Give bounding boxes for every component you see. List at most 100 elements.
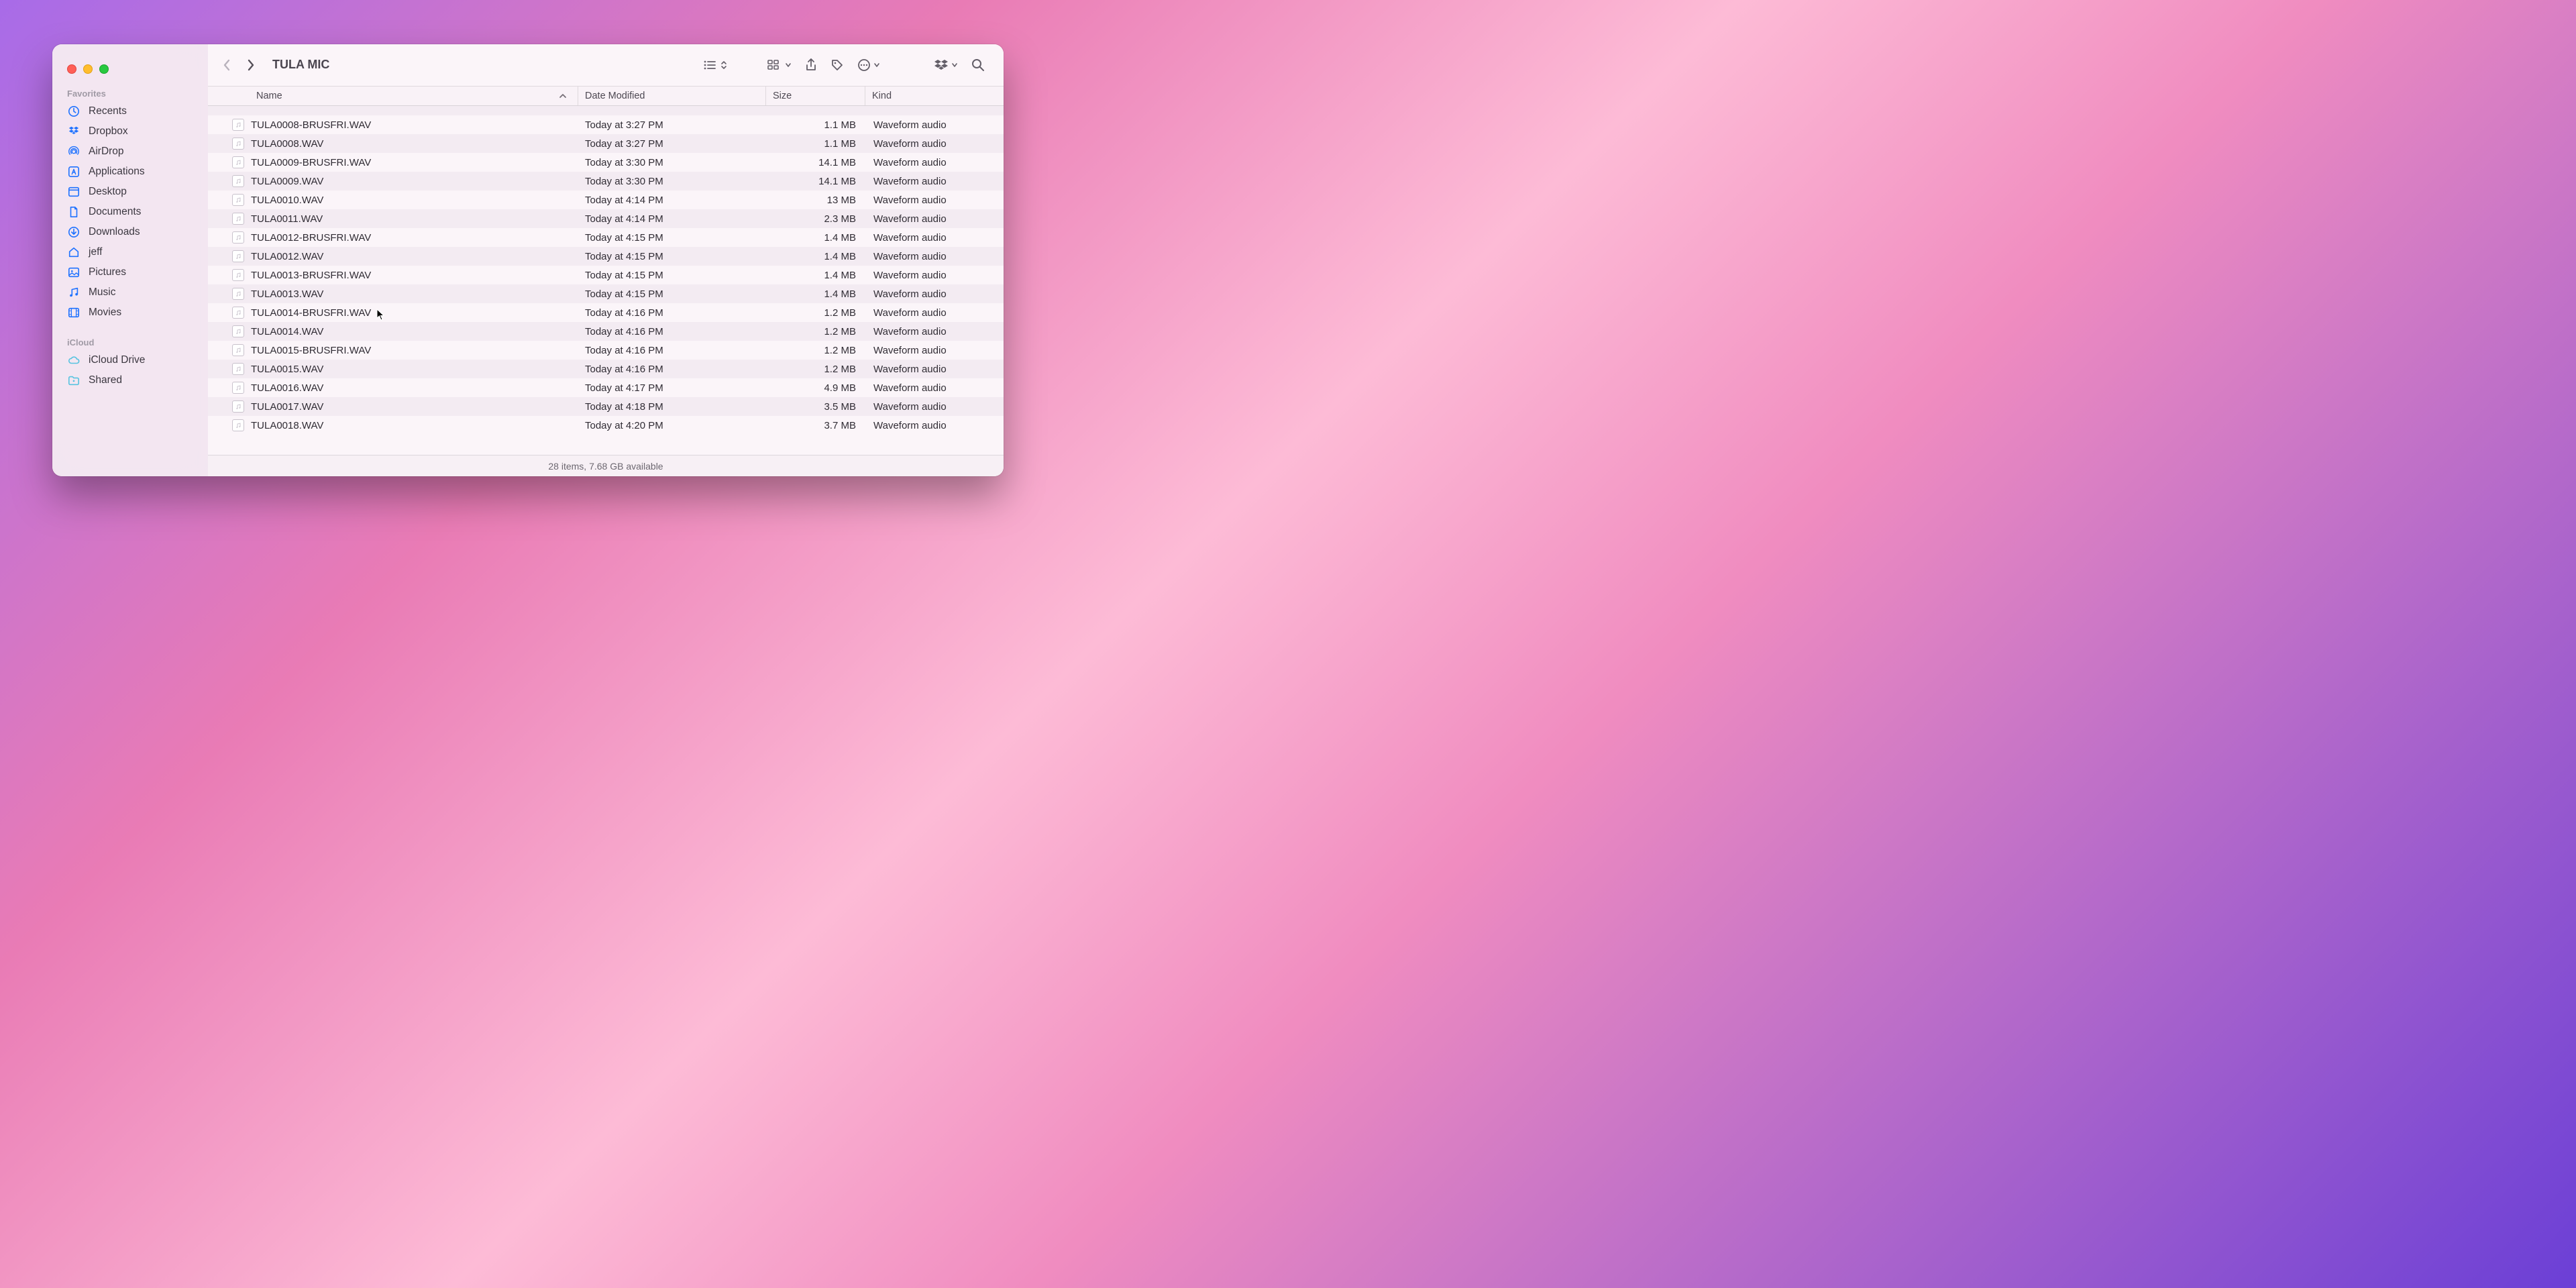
- sidebar-item-documents[interactable]: Documents: [52, 202, 208, 222]
- file-kind: Waveform audio: [873, 176, 947, 187]
- table-row[interactable]: TULA0016.WAVToday at 4:17 PM4.9 MBWavefo…: [208, 378, 1004, 397]
- sidebar-item-shared[interactable]: Shared: [52, 370, 208, 390]
- file-date: Today at 4:15 PM: [585, 232, 663, 244]
- audio-file-icon: [232, 344, 244, 356]
- column-header-kind-label: Kind: [872, 91, 892, 101]
- table-row[interactable]: TULA0015-BRUSFRI.WAVToday at 4:16 PM1.2 …: [208, 341, 1004, 360]
- audio-file-icon: [232, 382, 244, 394]
- table-row[interactable]: TULA0014.WAVToday at 4:16 PM1.2 MBWavefo…: [208, 322, 1004, 341]
- sidebar-item-desktop[interactable]: Desktop: [52, 182, 208, 202]
- sidebar-item-label: iCloud Drive: [89, 354, 145, 366]
- sidebar-item-airdrop[interactable]: AirDrop: [52, 142, 208, 162]
- sidebar-item-jeff[interactable]: jeff: [52, 242, 208, 262]
- file-name: TULA0014-BRUSFRI.WAV: [251, 307, 371, 319]
- sidebar-item-movies[interactable]: Movies: [52, 303, 208, 323]
- sidebar-item-label: Music: [89, 286, 115, 299]
- sidebar-item-downloads[interactable]: Downloads: [52, 222, 208, 242]
- chevron-down-icon: [785, 62, 792, 68]
- view-list-button[interactable]: [696, 54, 734, 76]
- sidebar-item-applications[interactable]: Applications: [52, 162, 208, 182]
- table-row[interactable]: TULA0013-BRUSFRI.WAVToday at 4:15 PM1.4 …: [208, 266, 1004, 284]
- table-row[interactable]: TULA0014-BRUSFRI.WAVToday at 4:16 PM1.2 …: [208, 303, 1004, 322]
- sidebar-item-music[interactable]: Music: [52, 282, 208, 303]
- table-row[interactable]: TULA0008.WAVToday at 3:27 PM1.1 MBWavefo…: [208, 134, 1004, 153]
- table-row[interactable]: TULA0009.WAVToday at 3:30 PM14.1 MBWavef…: [208, 172, 1004, 191]
- sidebar-item-label: Desktop: [89, 186, 127, 198]
- group-button[interactable]: [761, 54, 798, 76]
- apps-icon: [67, 165, 80, 178]
- forward-button[interactable]: [239, 54, 263, 76]
- file-date: Today at 4:15 PM: [585, 270, 663, 281]
- table-row[interactable]: TULA0008-BRUSFRI.WAVToday at 3:27 PM1.1 …: [208, 115, 1004, 134]
- table-row[interactable]: TULA0010.WAVToday at 4:14 PM13 MBWavefor…: [208, 191, 1004, 209]
- zoom-button[interactable]: [99, 64, 109, 74]
- table-row[interactable]: TULA0017.WAVToday at 4:18 PM3.5 MBWavefo…: [208, 397, 1004, 416]
- dropbox-button[interactable]: [927, 54, 965, 76]
- sidebar-item-recents[interactable]: Recents: [52, 101, 208, 121]
- sidebar-item-label: Recents: [89, 105, 127, 117]
- share-button[interactable]: [798, 54, 824, 76]
- sidebar-item-label: Pictures: [89, 266, 126, 278]
- file-date: Today at 4:18 PM: [585, 401, 663, 413]
- audio-file-icon: [232, 363, 244, 375]
- table-row[interactable]: TULA0011.WAVToday at 4:14 PM2.3 MBWavefo…: [208, 209, 1004, 228]
- file-kind: Waveform audio: [873, 326, 947, 337]
- audio-file-icon: [232, 269, 244, 281]
- audio-file-icon: [232, 419, 244, 431]
- file-name: TULA0016.WAV: [251, 382, 323, 394]
- table-row[interactable]: TULA0013.WAVToday at 4:15 PM1.4 MBWavefo…: [208, 284, 1004, 303]
- column-header-kind[interactable]: Kind: [865, 87, 1004, 105]
- chevron-down-icon: [951, 62, 958, 68]
- file-size: 1.2 MB: [824, 307, 856, 319]
- file-size: 1.4 MB: [824, 251, 856, 262]
- column-header-date-label: Date Modified: [585, 91, 645, 101]
- search-button[interactable]: [965, 54, 991, 76]
- file-kind: Waveform audio: [873, 157, 947, 168]
- column-header-row: Name Date Modified Size Kind: [208, 86, 1004, 106]
- sidebar-item-label: Documents: [89, 206, 141, 218]
- desktop-icon: [67, 185, 80, 199]
- download-icon: [67, 225, 80, 239]
- sidebar-item-icloud-drive[interactable]: iCloud Drive: [52, 350, 208, 370]
- column-header-date[interactable]: Date Modified: [578, 87, 766, 105]
- table-row[interactable]: TULA0012.WAVToday at 4:15 PM1.4 MBWavefo…: [208, 247, 1004, 266]
- file-name: TULA0010.WAV: [251, 195, 323, 206]
- file-date: Today at 4:17 PM: [585, 382, 663, 394]
- file-size: 14.1 MB: [818, 176, 856, 187]
- column-header-size[interactable]: Size: [766, 87, 865, 105]
- table-row[interactable]: [208, 106, 1004, 115]
- sidebar-item-label: Downloads: [89, 226, 140, 238]
- table-row[interactable]: TULA0009-BRUSFRI.WAVToday at 3:30 PM14.1…: [208, 153, 1004, 172]
- sidebar-item-label: Movies: [89, 307, 121, 319]
- window-controls: [52, 52, 208, 86]
- chevron-updown-icon: [720, 60, 727, 70]
- movies-icon: [67, 306, 80, 319]
- audio-file-icon: [232, 175, 244, 187]
- close-button[interactable]: [67, 64, 76, 74]
- file-list[interactable]: TULA0008-BRUSFRI.WAVToday at 3:27 PM1.1 …: [208, 106, 1004, 455]
- back-button[interactable]: [215, 54, 239, 76]
- tags-button[interactable]: [824, 54, 851, 76]
- sidebar-item-label: Applications: [89, 166, 145, 178]
- sidebar-item-dropbox[interactable]: Dropbox: [52, 121, 208, 142]
- file-name: TULA0017.WAV: [251, 401, 323, 413]
- sidebar-item-pictures[interactable]: Pictures: [52, 262, 208, 282]
- more-button[interactable]: [851, 54, 887, 76]
- table-row[interactable]: TULA0018.WAVToday at 4:20 PM3.7 MBWavefo…: [208, 416, 1004, 435]
- minimize-button[interactable]: [83, 64, 93, 74]
- window-title: TULA MIC: [272, 58, 329, 72]
- file-kind: Waveform audio: [873, 382, 947, 394]
- file-size: 1.4 MB: [824, 270, 856, 281]
- file-date: Today at 4:15 PM: [585, 251, 663, 262]
- file-date: Today at 4:20 PM: [585, 420, 663, 431]
- table-row[interactable]: TULA0015.WAVToday at 4:16 PM1.2 MBWavefo…: [208, 360, 1004, 378]
- column-header-name[interactable]: Name: [208, 87, 578, 105]
- table-row[interactable]: TULA0012-BRUSFRI.WAVToday at 4:15 PM1.4 …: [208, 228, 1004, 247]
- file-kind: Waveform audio: [873, 232, 947, 244]
- file-name: TULA0009.WAV: [251, 176, 323, 187]
- file-name: TULA0011.WAV: [251, 213, 323, 225]
- file-kind: Waveform audio: [873, 270, 947, 281]
- file-date: Today at 3:30 PM: [585, 157, 663, 168]
- file-name: TULA0018.WAV: [251, 420, 323, 431]
- status-bar: 28 items, 7.68 GB available: [208, 455, 1004, 476]
